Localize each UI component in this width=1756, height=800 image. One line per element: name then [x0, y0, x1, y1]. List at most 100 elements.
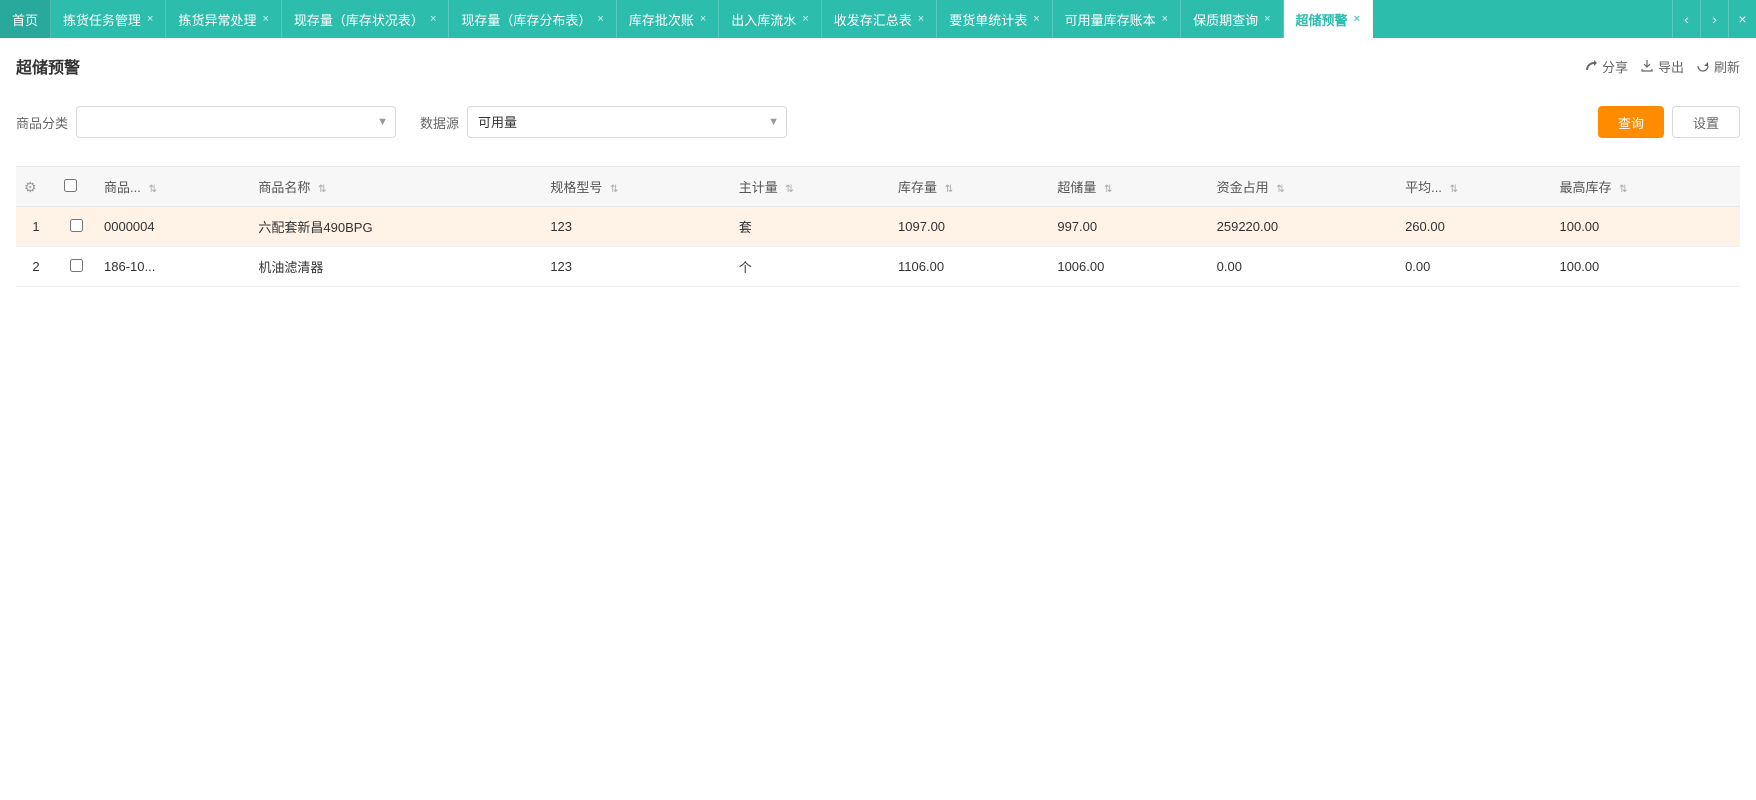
- table-header-max-stock[interactable]: 最高库存 ⇅: [1552, 167, 1741, 207]
- page-title: 超储预警: [16, 54, 80, 78]
- nav-item-flow-close[interactable]: ×: [802, 13, 808, 25]
- nav-item-summary[interactable]: 收发存汇总表 ×: [822, 0, 937, 38]
- nav-item-stock-status-label: 现存量（库存状况表）: [294, 10, 424, 29]
- nav-item-overstock[interactable]: 超储预警 ×: [1284, 0, 1373, 38]
- nav-next-button[interactable]: ›: [1700, 0, 1728, 38]
- row-num-0: 1: [16, 207, 56, 247]
- share-button[interactable]: 分享: [1584, 57, 1628, 76]
- table-header-avg[interactable]: 平均... ⇅: [1397, 167, 1551, 207]
- nav-item-flow-label: 出入库流水: [731, 10, 796, 29]
- table-header-spec-label: 规格型号: [550, 180, 602, 195]
- row-checkbox-input-1[interactable]: [70, 259, 83, 272]
- nav-item-batch-close[interactable]: ×: [700, 13, 706, 25]
- nav-item-available-close[interactable]: ×: [1162, 13, 1168, 25]
- nav-item-available[interactable]: 可用量库存账本 ×: [1053, 0, 1181, 38]
- nav-item-expiry-close[interactable]: ×: [1264, 13, 1270, 25]
- nav-item-exception-label: 拣货异常处理: [178, 10, 256, 29]
- nav-item-expiry[interactable]: 保质期查询 ×: [1181, 0, 1283, 38]
- table-header-capital[interactable]: 资金占用 ⇅: [1209, 167, 1397, 207]
- nav-item-summary-label: 收发存汇总表: [834, 10, 912, 29]
- table-header-max-stock-label: 最高库存: [1560, 180, 1612, 195]
- table-header-name-label: 商品名称: [258, 180, 310, 195]
- row-checkbox-input-0[interactable]: [70, 219, 83, 232]
- table-header-code[interactable]: 商品... ⇅: [96, 167, 250, 207]
- refresh-icon: [1696, 59, 1710, 73]
- gear-icon[interactable]: ⚙: [24, 179, 40, 195]
- sort-icon-spec: ⇅: [610, 184, 618, 195]
- sort-icon-capital: ⇅: [1276, 184, 1284, 195]
- nav-item-overstock-close[interactable]: ×: [1354, 13, 1360, 25]
- filter-bar: 商品分类 ▼ 数据源 可用量 库存量 ▼ 查询 设置: [16, 94, 1740, 150]
- row-num-1: 2: [16, 247, 56, 287]
- nav-item-exception[interactable]: 拣货异常处理 ×: [166, 0, 281, 38]
- table-header-overstock[interactable]: 超储量 ⇅: [1049, 167, 1208, 207]
- select-all-checkbox[interactable]: [64, 179, 77, 192]
- filter-actions: 查询 设置: [1598, 106, 1740, 138]
- page-header: 超储预警 分享 导出 刷新: [16, 54, 1740, 78]
- sort-icon-overstock: ⇅: [1104, 184, 1112, 195]
- nav-item-task-label: 拣货任务管理: [63, 10, 141, 29]
- share-label: 分享: [1602, 57, 1628, 76]
- category-select-wrapper: ▼: [76, 106, 396, 138]
- nav-item-task-close[interactable]: ×: [147, 13, 153, 25]
- nav-item-batch[interactable]: 库存批次账 ×: [617, 0, 719, 38]
- category-select[interactable]: [76, 106, 396, 138]
- nav-item-exception-close[interactable]: ×: [262, 13, 268, 25]
- nav-item-stock-dist-label: 现存量（库存分布表）: [461, 10, 591, 29]
- header-actions: 分享 导出 刷新: [1584, 57, 1740, 76]
- top-navigation[interactable]: 首页 拣货任务管理 × 拣货异常处理 × 现存量（库存状况表） × 现存量（库存…: [0, 0, 1756, 38]
- row-max-stock-0: 100.00: [1552, 207, 1741, 247]
- nav-item-requisition-label: 要货单统计表: [949, 10, 1027, 29]
- row-stock-1: 1106.00: [890, 247, 1049, 287]
- row-overstock-1: 1006.00: [1049, 247, 1208, 287]
- row-spec-0: 123: [542, 207, 730, 247]
- table-header-unit[interactable]: 主计量 ⇅: [731, 167, 890, 207]
- nav-close-button[interactable]: ×: [1728, 0, 1756, 38]
- nav-item-task[interactable]: 拣货任务管理 ×: [51, 0, 166, 38]
- sort-icon-stock: ⇅: [945, 184, 953, 195]
- export-label: 导出: [1658, 57, 1684, 76]
- row-checkbox-1[interactable]: [56, 247, 96, 287]
- datasource-label: 数据源: [420, 113, 459, 132]
- query-button[interactable]: 查询: [1598, 106, 1664, 138]
- nav-item-requisition[interactable]: 要货单统计表 ×: [937, 0, 1052, 38]
- nav-item-available-label: 可用量库存账本: [1065, 10, 1156, 29]
- table-header-checkbox[interactable]: [56, 167, 96, 207]
- nav-item-summary-close[interactable]: ×: [918, 13, 924, 25]
- nav-item-requisition-close[interactable]: ×: [1033, 13, 1039, 25]
- nav-item-stock-dist-close[interactable]: ×: [597, 13, 603, 25]
- row-capital-0: 259220.00: [1209, 207, 1397, 247]
- table-row: 2 186-10... 机油滤清器 123 个 1106.00 1006.00 …: [16, 247, 1740, 287]
- nav-item-expiry-label: 保质期查询: [1193, 10, 1258, 29]
- row-checkbox-0[interactable]: [56, 207, 96, 247]
- nav-item-home[interactable]: 首页: [0, 0, 51, 38]
- row-avg-1: 0.00: [1397, 247, 1551, 287]
- table-header-capital-label: 资金占用: [1217, 180, 1269, 195]
- nav-prev-button[interactable]: ‹: [1672, 0, 1700, 38]
- nav-item-batch-label: 库存批次账: [629, 10, 694, 29]
- settings-button[interactable]: 设置: [1672, 106, 1740, 138]
- refresh-label: 刷新: [1714, 57, 1740, 76]
- nav-item-stock-status[interactable]: 现存量（库存状况表） ×: [282, 0, 449, 38]
- row-code-0: 0000004: [96, 207, 250, 247]
- export-button[interactable]: 导出: [1640, 57, 1684, 76]
- category-label: 商品分类: [16, 113, 68, 132]
- row-unit-0: 套: [731, 207, 890, 247]
- row-name-0: 六配套新昌490BPG: [250, 207, 542, 247]
- table-header-stock[interactable]: 库存量 ⇅: [890, 167, 1049, 207]
- sort-icon-avg: ⇅: [1450, 184, 1458, 195]
- nav-item-stock-dist[interactable]: 现存量（库存分布表） ×: [449, 0, 616, 38]
- nav-item-flow[interactable]: 出入库流水 ×: [719, 0, 821, 38]
- row-overstock-0: 997.00: [1049, 207, 1208, 247]
- table-header-name[interactable]: 商品名称 ⇅: [250, 167, 542, 207]
- table-header-spec[interactable]: 规格型号 ⇅: [542, 167, 730, 207]
- nav-item-home-label: 首页: [12, 10, 38, 29]
- datasource-filter: 数据源 可用量 库存量 ▼: [420, 106, 787, 138]
- refresh-button[interactable]: 刷新: [1696, 57, 1740, 76]
- row-stock-0: 1097.00: [890, 207, 1049, 247]
- table-header-gear[interactable]: ⚙: [16, 167, 56, 207]
- category-filter: 商品分类 ▼: [16, 106, 396, 138]
- row-name-1: 机油滤清器: [250, 247, 542, 287]
- datasource-select[interactable]: 可用量 库存量: [467, 106, 787, 138]
- nav-item-stock-status-close[interactable]: ×: [430, 13, 436, 25]
